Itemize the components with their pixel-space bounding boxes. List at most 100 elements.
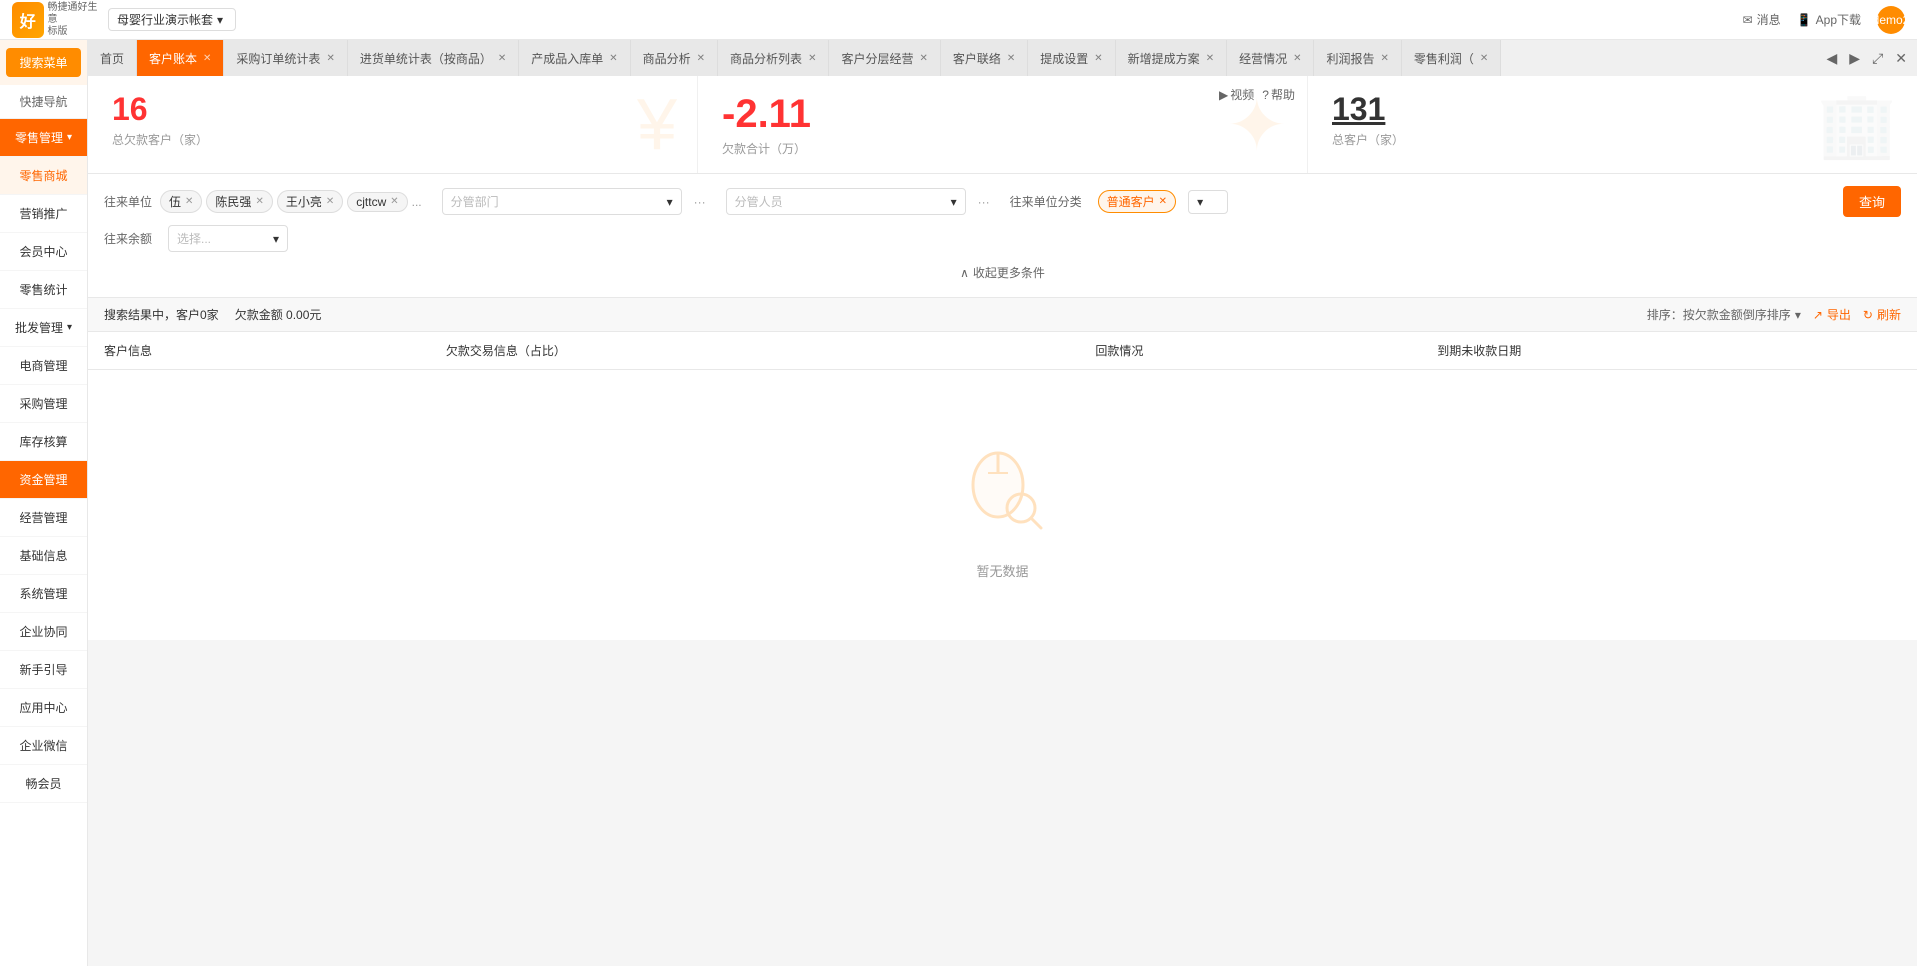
tab-new-promo[interactable]: 新增提成方案 ✕ — [1116, 40, 1227, 76]
tab-promotion-settings[interactable]: 提成设置 ✕ — [1028, 40, 1115, 76]
sidebar-item-retail-stat[interactable]: 零售统计 — [0, 271, 87, 309]
video-help-button[interactable]: ▶ 视频 — [1219, 86, 1254, 103]
sidebar-item-retail-mall[interactable]: 零售商城 — [0, 157, 87, 195]
tab-product-inbound[interactable]: 产成品入库单 ✕ — [519, 40, 630, 76]
person-filter-more[interactable]: ··· — [978, 195, 990, 209]
tab-product-inbound-close[interactable]: ✕ — [609, 53, 617, 64]
tab-profit-report-close[interactable]: ✕ — [1381, 53, 1389, 64]
tab-customer-book[interactable]: 客户账本 ✕ — [137, 40, 224, 76]
tab-retail-profit[interactable]: 零售利润（ ✕ — [1402, 40, 1501, 76]
debt-amount-text: 欠款金额 0.00元 — [235, 306, 322, 323]
tab-retail-profit-close[interactable]: ✕ — [1480, 53, 1488, 64]
sidebar: 搜索菜单 快捷导航 零售管理 ▾ 零售商城 营销推广 会员中心 零售统计 批发管… — [0, 40, 88, 966]
table-container: 客户信息 欠款交易信息（占比） 回款情况 到期未收款日期 — [88, 332, 1917, 640]
tab-bar: 首页 客户账本 ✕ 采购订单统计表 ✕ 进货单统计表（按商品） ✕ 产成品入库单… — [88, 40, 1917, 76]
unit-tag-wang-label: 王小亮 — [286, 193, 322, 210]
tab-customer-tier-close[interactable]: ✕ — [919, 53, 927, 64]
tab-next-button[interactable]: ▶ — [1845, 50, 1864, 67]
sidebar-item-basics-label: 基础信息 — [19, 547, 67, 564]
unit-tag-wu-remove[interactable]: ✕ — [185, 196, 193, 207]
unit-filter-more[interactable]: ... — [412, 195, 422, 209]
tab-product-analysis-close[interactable]: ✕ — [697, 53, 705, 64]
tab-profit-report[interactable]: 利润报告 ✕ — [1314, 40, 1401, 76]
tab-operations-label: 经营情况 — [1239, 50, 1287, 67]
tab-close-all-button[interactable]: ✕ — [1891, 50, 1911, 67]
person-filter-select[interactable]: 分管人员 ▾ — [726, 188, 966, 215]
sidebar-item-member-label: 会员中心 — [19, 243, 67, 260]
export-button[interactable]: ↗ 导出 — [1813, 306, 1851, 323]
help-label: 帮助 — [1271, 86, 1295, 103]
org-selector[interactable]: 母婴行业演示帐套 ▾ — [108, 8, 236, 31]
sidebar-item-inventory[interactable]: 库存核算 — [0, 423, 87, 461]
top-bar: 好 畅捷通好生意 标版 母婴行业演示帐套 ▾ ✉ 消息 📱 App下载 demo… — [0, 0, 1917, 40]
tab-home[interactable]: 首页 — [88, 40, 137, 76]
sidebar-item-app-center[interactable]: 应用中心 — [0, 689, 87, 727]
unit-type-tag-remove[interactable]: ✕ — [1159, 196, 1167, 207]
tab-purchase-order-close[interactable]: ✕ — [326, 53, 334, 64]
tab-product-analysis[interactable]: 商品分析 ✕ — [631, 40, 718, 76]
sort-button[interactable]: 排序：按欠款金额倒序排序 ▾ — [1647, 306, 1801, 323]
sidebar-item-retail[interactable]: 零售管理 ▾ — [0, 119, 87, 157]
tab-prev-button[interactable]: ◀ — [1823, 50, 1842, 67]
sidebar-item-basics[interactable]: 基础信息 — [0, 537, 87, 575]
sidebar-item-retail-mall-label: 零售商城 — [19, 167, 67, 184]
app-download-button[interactable]: 📱 App下载 — [1797, 11, 1861, 28]
unit-tag-cjttcw: cjttcw ✕ — [347, 192, 407, 212]
unit-tag-cjttcw-remove[interactable]: ✕ — [390, 196, 398, 207]
sidebar-item-retail-label: 零售管理 — [15, 129, 63, 146]
sidebar-search-area[interactable]: 搜索菜单 — [0, 40, 87, 85]
sidebar-item-wechat-label: 企业微信 — [19, 737, 67, 754]
page-content: ¥ 16 总欠款客户（家） ✦ -2.11 欠款合计（万） ▶ 视频 — [88, 76, 1917, 966]
unit-tag-wang-remove[interactable]: ✕ — [326, 196, 334, 207]
sidebar-item-operations[interactable]: 经营管理 — [0, 499, 87, 537]
sidebar-item-ecommerce[interactable]: 电商管理 — [0, 347, 87, 385]
unit-type-dropdown[interactable]: ▾ — [1188, 190, 1228, 214]
tab-operations-close[interactable]: ✕ — [1293, 53, 1301, 64]
message-button[interactable]: ✉ 消息 — [1743, 11, 1781, 28]
tab-new-promo-close[interactable]: ✕ — [1206, 53, 1214, 64]
unit-tag-chen-remove[interactable]: ✕ — [255, 196, 263, 207]
tab-customer-book-close[interactable]: ✕ — [203, 53, 211, 64]
query-button[interactable]: 查询 — [1843, 186, 1901, 217]
sidebar-item-wechat[interactable]: 企业微信 — [0, 727, 87, 765]
tab-inbound-stat-close[interactable]: ✕ — [498, 53, 506, 64]
unit-type-tag: 普通客户 ✕ — [1098, 190, 1176, 213]
tab-product-analysis-list[interactable]: 商品分析列表 ✕ — [718, 40, 829, 76]
sidebar-item-ecommerce-label: 电商管理 — [19, 357, 67, 374]
unit-tag-wu: 伍 ✕ — [160, 190, 202, 213]
tab-customer-tier[interactable]: 客户分层经营 ✕ — [829, 40, 940, 76]
sidebar-item-vip[interactable]: 畅会员 — [0, 765, 87, 803]
sidebar-item-enterprise[interactable]: 企业协同 — [0, 613, 87, 651]
sidebar-item-operations-label: 经营管理 — [19, 509, 67, 526]
tab-customer-contact[interactable]: 客户联络 ✕ — [941, 40, 1028, 76]
collapse-button[interactable]: ∧ 收起更多条件 — [104, 260, 1901, 285]
stat-card-total: 🏢 131 总客户（家） — [1308, 76, 1917, 173]
sidebar-item-purchase[interactable]: 采购管理 — [0, 385, 87, 423]
sidebar-item-newbie[interactable]: 新手引导 — [0, 651, 87, 689]
unit-tag-wang: 王小亮 ✕ — [277, 190, 343, 213]
tab-purchase-order[interactable]: 采购订单统计表 ✕ — [224, 40, 347, 76]
tab-promotion-settings-label: 提成设置 — [1040, 50, 1088, 67]
tab-promotion-settings-close[interactable]: ✕ — [1094, 53, 1102, 64]
tab-expand-button[interactable]: ⤢ — [1868, 50, 1887, 67]
sidebar-item-finance[interactable]: 资金管理 — [0, 461, 87, 499]
tab-inbound-stat[interactable]: 进货单统计表（按商品） ✕ — [348, 40, 519, 76]
dept-filter-select[interactable]: 分管部门 ▾ — [442, 188, 682, 215]
balance-filter-select[interactable]: 选择... ▾ — [168, 225, 288, 252]
sidebar-item-enterprise-label: 企业协同 — [19, 623, 67, 640]
tab-customer-contact-close[interactable]: ✕ — [1007, 53, 1015, 64]
tab-product-analysis-list-close[interactable]: ✕ — [808, 53, 816, 64]
sidebar-item-wholesale[interactable]: 批发管理 ▾ — [0, 309, 87, 347]
help-button[interactable]: ? 帮助 — [1262, 86, 1295, 103]
avatar[interactable]: demo2 — [1877, 6, 1905, 34]
unit-tag-wu-label: 伍 — [169, 193, 181, 210]
logo-icon: 好 — [12, 2, 44, 38]
quick-nav-button[interactable]: 快捷导航 — [0, 85, 87, 119]
tab-operations[interactable]: 经营情况 ✕ — [1227, 40, 1314, 76]
refresh-button[interactable]: ↻ 刷新 — [1863, 306, 1901, 323]
sidebar-item-system[interactable]: 系统管理 — [0, 575, 87, 613]
dept-filter-more[interactable]: ··· — [694, 195, 706, 209]
search-menu-button[interactable]: 搜索菜单 — [6, 48, 81, 77]
sidebar-item-marketing[interactable]: 营销推广 — [0, 195, 87, 233]
sidebar-item-member[interactable]: 会员中心 — [0, 233, 87, 271]
